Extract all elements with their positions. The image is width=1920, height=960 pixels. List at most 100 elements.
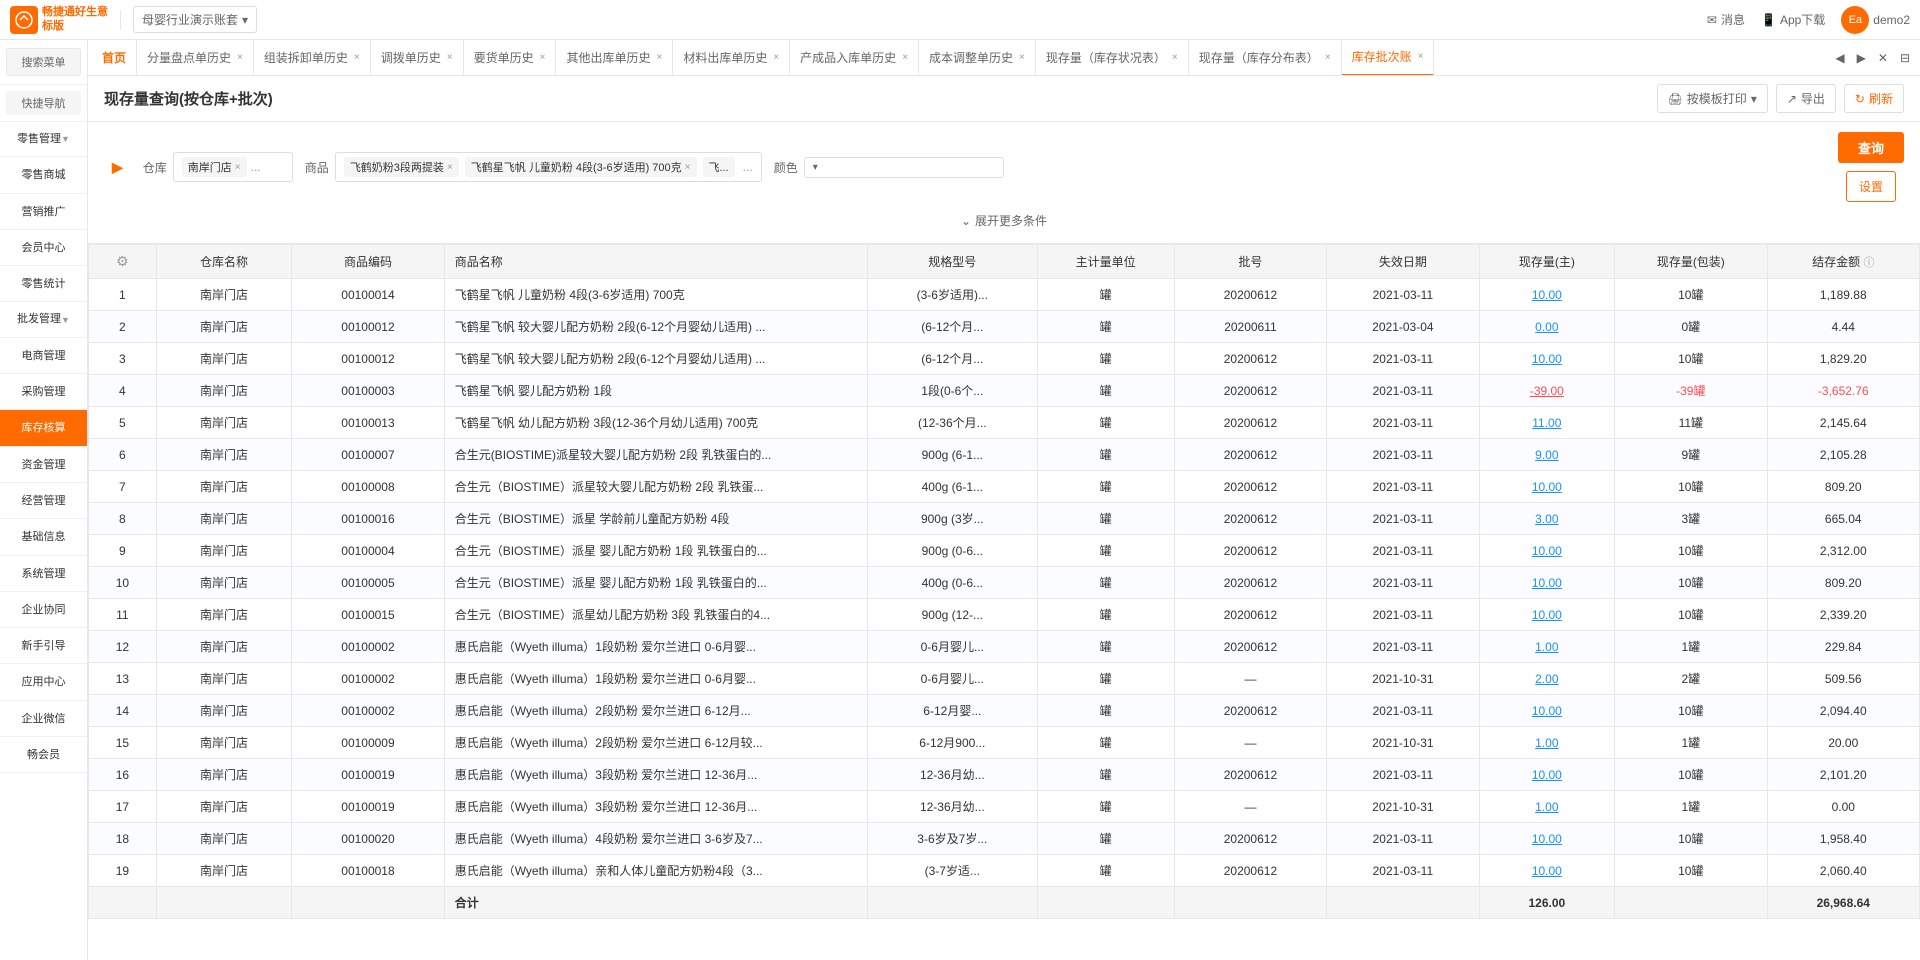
tab-item-11[interactable]: 库存批次账× bbox=[1342, 40, 1435, 76]
sidebar-item-4[interactable]: 零售统计 bbox=[0, 266, 87, 302]
search-menu-button[interactable]: 搜索菜单 bbox=[6, 48, 81, 76]
col-header-stock-main: 现存量(主) bbox=[1479, 245, 1615, 279]
message-icon: ✉ bbox=[1707, 13, 1717, 27]
cell-stock-main[interactable]: 10.00 bbox=[1479, 535, 1615, 567]
template-print-button[interactable]: 🖨 按模板打印 ▾ bbox=[1657, 84, 1768, 113]
cell-stock-main[interactable]: 10.00 bbox=[1479, 759, 1615, 791]
message-button[interactable]: ✉ 消息 bbox=[1707, 11, 1745, 28]
cell-stock-main[interactable]: 11.00 bbox=[1479, 407, 1615, 439]
sidebar-item-17[interactable]: 畅会员 bbox=[0, 737, 87, 773]
sidebar-item-10[interactable]: 经营管理 bbox=[0, 483, 87, 519]
filter-expand-arrow[interactable]: ▶ bbox=[104, 155, 131, 180]
tab-item-8[interactable]: 成本调整单历史× bbox=[919, 40, 1036, 76]
tab-item-0[interactable]: 首页 bbox=[92, 40, 137, 76]
sidebar-item-6[interactable]: 电商管理 bbox=[0, 338, 87, 374]
sidebar-item-7[interactable]: 采购管理 bbox=[0, 374, 87, 410]
table-row: 18 南岸门店 00100020 惠氏启能（Wyeth illuma）4段奶粉 … bbox=[89, 823, 1920, 855]
export-button[interactable]: ↗ 导出 bbox=[1776, 84, 1836, 113]
cell-stock-main[interactable]: 10.00 bbox=[1479, 599, 1615, 631]
product-tag2-close[interactable]: × bbox=[685, 162, 691, 173]
tab-close-icon[interactable]: × bbox=[354, 52, 360, 63]
tab-item-9[interactable]: 现存量（库存状况表）× bbox=[1036, 40, 1189, 76]
tab-close-icon[interactable]: × bbox=[773, 52, 779, 63]
tab-close-icon[interactable]: × bbox=[902, 52, 908, 63]
tab-close-icon[interactable]: × bbox=[447, 52, 453, 63]
industry-selector[interactable]: 母婴行业演示账套 ▾ bbox=[133, 6, 257, 33]
sidebar-item-11[interactable]: 基础信息 bbox=[0, 519, 87, 555]
cell-stock-main[interactable]: 9.00 bbox=[1479, 439, 1615, 471]
product-tag1-close[interactable]: × bbox=[447, 162, 453, 173]
cell-balance: 20.00 bbox=[1767, 727, 1919, 759]
cell-stock-main[interactable]: 10.00 bbox=[1479, 855, 1615, 887]
product-input[interactable]: 飞鹤奶粉3段两提装 × 飞鹤星飞帆 儿童奶粉 4段(3-6岁适用) 700克 ×… bbox=[335, 152, 762, 182]
balance-info-icon[interactable]: ⓘ bbox=[1863, 257, 1874, 269]
cell-stock-main[interactable]: 10.00 bbox=[1479, 695, 1615, 727]
product-ellipsis[interactable]: ... bbox=[743, 160, 753, 174]
tab-close-button[interactable]: ✕ bbox=[1872, 47, 1894, 69]
tab-close-icon[interactable]: × bbox=[656, 52, 662, 63]
tab-item-4[interactable]: 要货单历史× bbox=[464, 40, 557, 76]
cell-expire: 2021-03-11 bbox=[1327, 759, 1479, 791]
col-settings-icon[interactable]: ⚙ bbox=[116, 253, 129, 269]
sidebar-item-3[interactable]: 会员中心 bbox=[0, 230, 87, 266]
tab-close-icon[interactable]: × bbox=[540, 52, 546, 63]
app-download-button[interactable]: 📱 App下载 bbox=[1761, 11, 1825, 28]
tab-close-icon[interactable]: × bbox=[1172, 52, 1178, 63]
cell-stock-main[interactable]: -39.00 bbox=[1479, 375, 1615, 407]
tab-item-7[interactable]: 产成品入库单历史× bbox=[790, 40, 919, 76]
cell-stock-main[interactable]: 2.00 bbox=[1479, 663, 1615, 695]
user-avatar[interactable]: Ea demo2 bbox=[1841, 6, 1910, 34]
sidebar-item-15[interactable]: 应用中心 bbox=[0, 664, 87, 700]
tab-close-icon[interactable]: × bbox=[1325, 52, 1331, 63]
tab-item-1[interactable]: 分量盘点单历史× bbox=[137, 40, 254, 76]
settings-button[interactable]: 设置 bbox=[1846, 171, 1896, 202]
tab-item-2[interactable]: 组装拆卸单历史× bbox=[254, 40, 371, 76]
cell-stock-main[interactable]: 10.00 bbox=[1479, 279, 1615, 311]
tab-menu-button[interactable]: ⊟ bbox=[1894, 47, 1916, 69]
sidebar-item-9[interactable]: 资金管理 bbox=[0, 447, 87, 483]
sidebar-item-12[interactable]: 系统管理 bbox=[0, 556, 87, 592]
refresh-button[interactable]: ↻ 刷新 bbox=[1844, 84, 1904, 113]
cell-stock-main[interactable]: 0.00 bbox=[1479, 311, 1615, 343]
sidebar-item-13[interactable]: 企业协同 bbox=[0, 592, 87, 628]
cell-stock-main[interactable]: 10.00 bbox=[1479, 343, 1615, 375]
tab-prev-button[interactable]: ◀ bbox=[1829, 47, 1850, 69]
cell-stock-main[interactable]: 10.00 bbox=[1479, 567, 1615, 599]
top-bar: 畅捷通好生意 标版 母婴行业演示账套 ▾ ✉ 消息 📱 App下载 Ea dem… bbox=[0, 0, 1920, 40]
sidebar-item-16[interactable]: 企业微信 bbox=[0, 701, 87, 737]
quick-nav-button[interactable]: 快捷导航 bbox=[6, 91, 81, 115]
cell-stock-main[interactable]: 3.00 bbox=[1479, 503, 1615, 535]
cell-stock-main[interactable]: 1.00 bbox=[1479, 631, 1615, 663]
warehouse-input[interactable]: 南岸门店 × ... bbox=[173, 152, 293, 182]
sidebar-item-2[interactable]: 营销推广 bbox=[0, 194, 87, 230]
cell-balance: 809.20 bbox=[1767, 567, 1919, 599]
cell-expire: 2021-03-11 bbox=[1327, 471, 1479, 503]
cell-name: 惠氏启能（Wyeth illuma）1段奶粉 爱尔兰进口 0-6月婴... bbox=[444, 631, 867, 663]
sidebar-item-8[interactable]: 库存核算 bbox=[0, 410, 87, 446]
cell-stock-main[interactable]: 10.00 bbox=[1479, 823, 1615, 855]
phone-icon: 📱 bbox=[1761, 13, 1776, 27]
sidebar-item-14[interactable]: 新手引导 bbox=[0, 628, 87, 664]
tab-item-6[interactable]: 材料出库单历史× bbox=[673, 40, 790, 76]
sidebar-item-5[interactable]: 批发管理▼ bbox=[0, 302, 87, 337]
cell-stock-main[interactable]: 10.00 bbox=[1479, 471, 1615, 503]
tab-close-icon[interactable]: × bbox=[1019, 52, 1025, 63]
cell-stock-main[interactable]: 1.00 bbox=[1479, 727, 1615, 759]
cell-stock-pack: 10罐 bbox=[1615, 535, 1767, 567]
tab-close-icon[interactable]: × bbox=[237, 52, 243, 63]
tab-item-3[interactable]: 调拨单历史× bbox=[371, 40, 464, 76]
footer-label: 合计 bbox=[444, 887, 867, 919]
tab-next-button[interactable]: ▶ bbox=[1851, 47, 1872, 69]
color-input[interactable]: ▾ bbox=[804, 157, 1004, 178]
tab-close-icon[interactable]: × bbox=[1418, 51, 1424, 62]
cell-index: 4 bbox=[89, 375, 157, 407]
sidebar-item-0[interactable]: 零售管理▼ bbox=[0, 122, 87, 157]
expand-conditions-button[interactable]: ⌄ 展开更多条件 bbox=[953, 208, 1055, 233]
warehouse-ellipsis[interactable]: ... bbox=[251, 160, 261, 174]
tab-item-10[interactable]: 现存量（库存分布表）× bbox=[1189, 40, 1342, 76]
query-button[interactable]: 查询 bbox=[1838, 132, 1904, 163]
tab-item-5[interactable]: 其他出库单历史× bbox=[556, 40, 673, 76]
warehouse-tag-close[interactable]: × bbox=[235, 162, 241, 173]
sidebar-item-1[interactable]: 零售商城 bbox=[0, 157, 87, 193]
cell-stock-main[interactable]: 1.00 bbox=[1479, 791, 1615, 823]
